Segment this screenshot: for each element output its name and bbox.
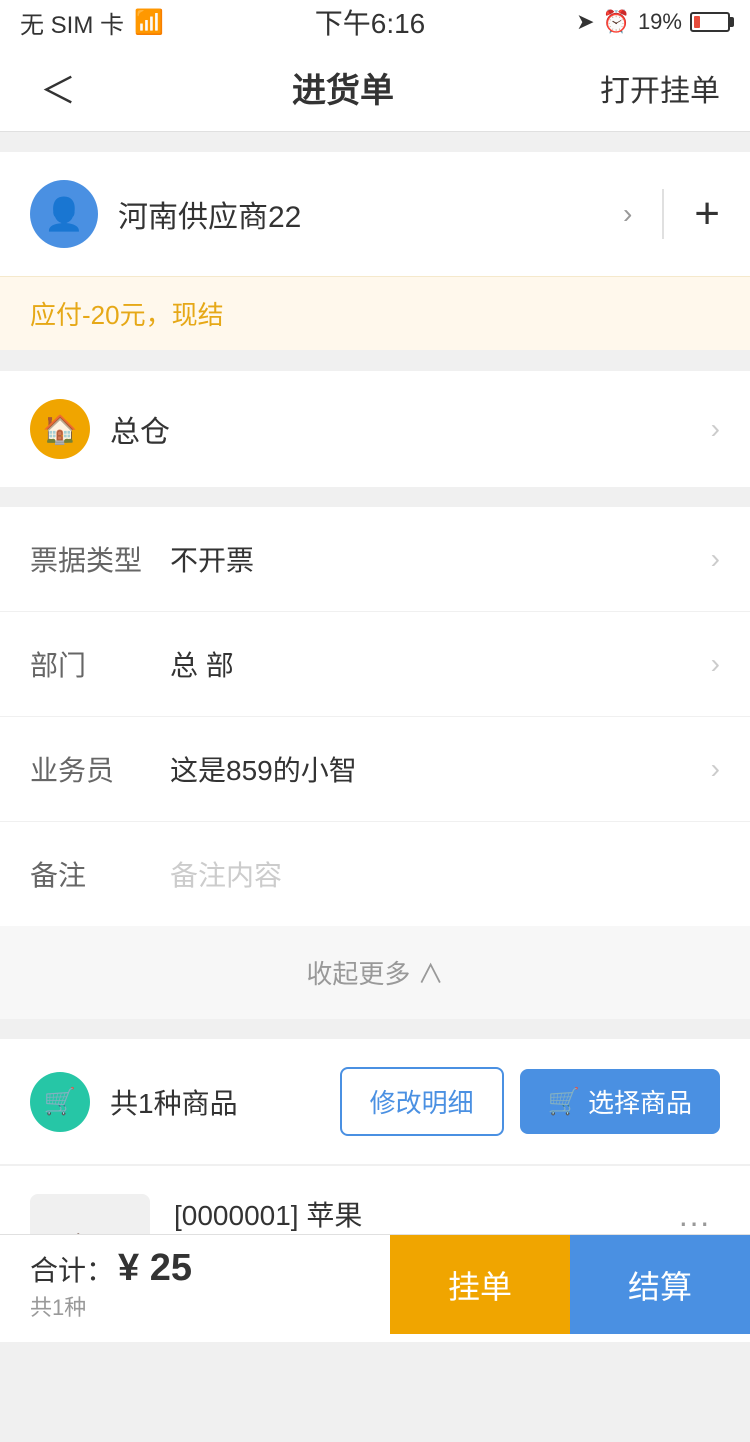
goods-icon: 🛒 (30, 1072, 90, 1132)
warehouse-row[interactable]: 🏠 总仓 › (0, 370, 750, 487)
total-amount: ¥ 25 (118, 1247, 192, 1290)
supplier-avatar: 👤 (30, 180, 98, 248)
status-left: 无 SIM 卡 📶 (20, 5, 164, 40)
total-label: 合计： (30, 1249, 114, 1289)
open-pending-button[interactable]: 打开挂单 (600, 66, 720, 110)
department-value: 总 部 (170, 644, 711, 684)
gap-3 (0, 487, 750, 507)
salesperson-value: 这是859的小智 (170, 749, 711, 789)
supplier-divider (662, 189, 664, 239)
select-goods-button[interactable]: 🛒 选择商品 (520, 1069, 720, 1134)
select-goods-label: 选择商品 (588, 1083, 692, 1120)
department-row[interactable]: 部门 总 部 › (0, 612, 750, 717)
select-goods-icon: 🛒 (548, 1086, 580, 1117)
form-section: 票据类型 不开票 › 部门 总 部 › 业务员 这是859的小智 › 备注 备注… (0, 507, 750, 926)
settle-button[interactable]: 结算 (570, 1235, 750, 1334)
remark-input[interactable]: 备注内容 (170, 854, 720, 894)
salesperson-row[interactable]: 业务员 这是859的小智 › (0, 717, 750, 822)
back-button[interactable]: ＜ (30, 52, 86, 124)
collapse-toggle[interactable]: 收起更多 ∧ (0, 926, 750, 1019)
salesperson-chevron-icon: › (711, 753, 720, 785)
bottom-spacer (0, 1342, 750, 1442)
goods-count: 共1种商品 (110, 1082, 340, 1122)
carrier-text: 无 SIM 卡 (20, 5, 124, 40)
alarm-icon: ⏰ (603, 9, 630, 35)
status-bar: 无 SIM 卡 📶 下午6:16 ➤ ⏰ 19% (0, 0, 750, 44)
warehouse-icon-symbol: 🏠 (43, 413, 78, 446)
warehouse-icon: 🏠 (30, 399, 90, 459)
wifi-icon: 📶 (134, 8, 164, 37)
product-id: [0000001] (174, 1200, 306, 1231)
battery-percentage: 19% (638, 9, 682, 35)
nav-bar: ＜ 进货单 打开挂单 (0, 44, 750, 132)
supplier-row[interactable]: 👤 河南供应商22 › + (0, 152, 750, 276)
gap-1 (0, 132, 750, 152)
gap-4 (0, 1019, 750, 1039)
goods-header: 🛒 共1种商品 修改明细 🛒 选择商品 (0, 1039, 750, 1164)
status-right: ➤ ⏰ 19% (576, 9, 730, 35)
salesperson-label: 业务员 (30, 749, 160, 789)
add-supplier-button[interactable]: + (694, 192, 720, 236)
warehouse-chevron-icon: › (711, 413, 720, 445)
warehouse-section: 🏠 总仓 › (0, 370, 750, 487)
location-icon: ➤ (576, 9, 594, 35)
supplier-section: 👤 河南供应商22 › + 应付-20元，现结 (0, 152, 750, 350)
total-section: 合计： ¥ 25 共1种 (0, 1235, 390, 1334)
department-label: 部门 (30, 644, 160, 684)
goods-icon-symbol: 🛒 (44, 1086, 76, 1117)
warehouse-name: 总仓 (110, 407, 711, 451)
supplier-chevron-icon: › (623, 198, 632, 230)
gap-2 (0, 350, 750, 370)
remark-label: 备注 (30, 854, 160, 894)
invoice-type-value: 不开票 (170, 539, 711, 579)
suspend-button[interactable]: 挂单 (390, 1235, 570, 1334)
edit-detail-button[interactable]: 修改明细 (340, 1067, 504, 1136)
page-title: 进货单 (292, 63, 394, 112)
bottom-bar: 合计： ¥ 25 共1种 挂单 结算 (0, 1234, 750, 1334)
invoice-type-chevron-icon: › (711, 543, 720, 575)
balance-notice: 应付-20元，现结 (0, 276, 750, 350)
product-name: [0000001] 苹果 (174, 1194, 668, 1234)
department-chevron-icon: › (711, 648, 720, 680)
invoice-type-row[interactable]: 票据类型 不开票 › (0, 507, 750, 612)
product-title: 苹果 (306, 1200, 362, 1231)
supplier-avatar-icon: 👤 (44, 195, 84, 233)
remark-row[interactable]: 备注 备注内容 (0, 822, 750, 926)
battery-icon (690, 12, 730, 32)
supplier-name: 河南供应商22 (118, 192, 623, 236)
status-time: 下午6:16 (315, 2, 426, 42)
total-count: 共1种 (30, 1290, 390, 1322)
invoice-type-label: 票据类型 (30, 539, 160, 579)
